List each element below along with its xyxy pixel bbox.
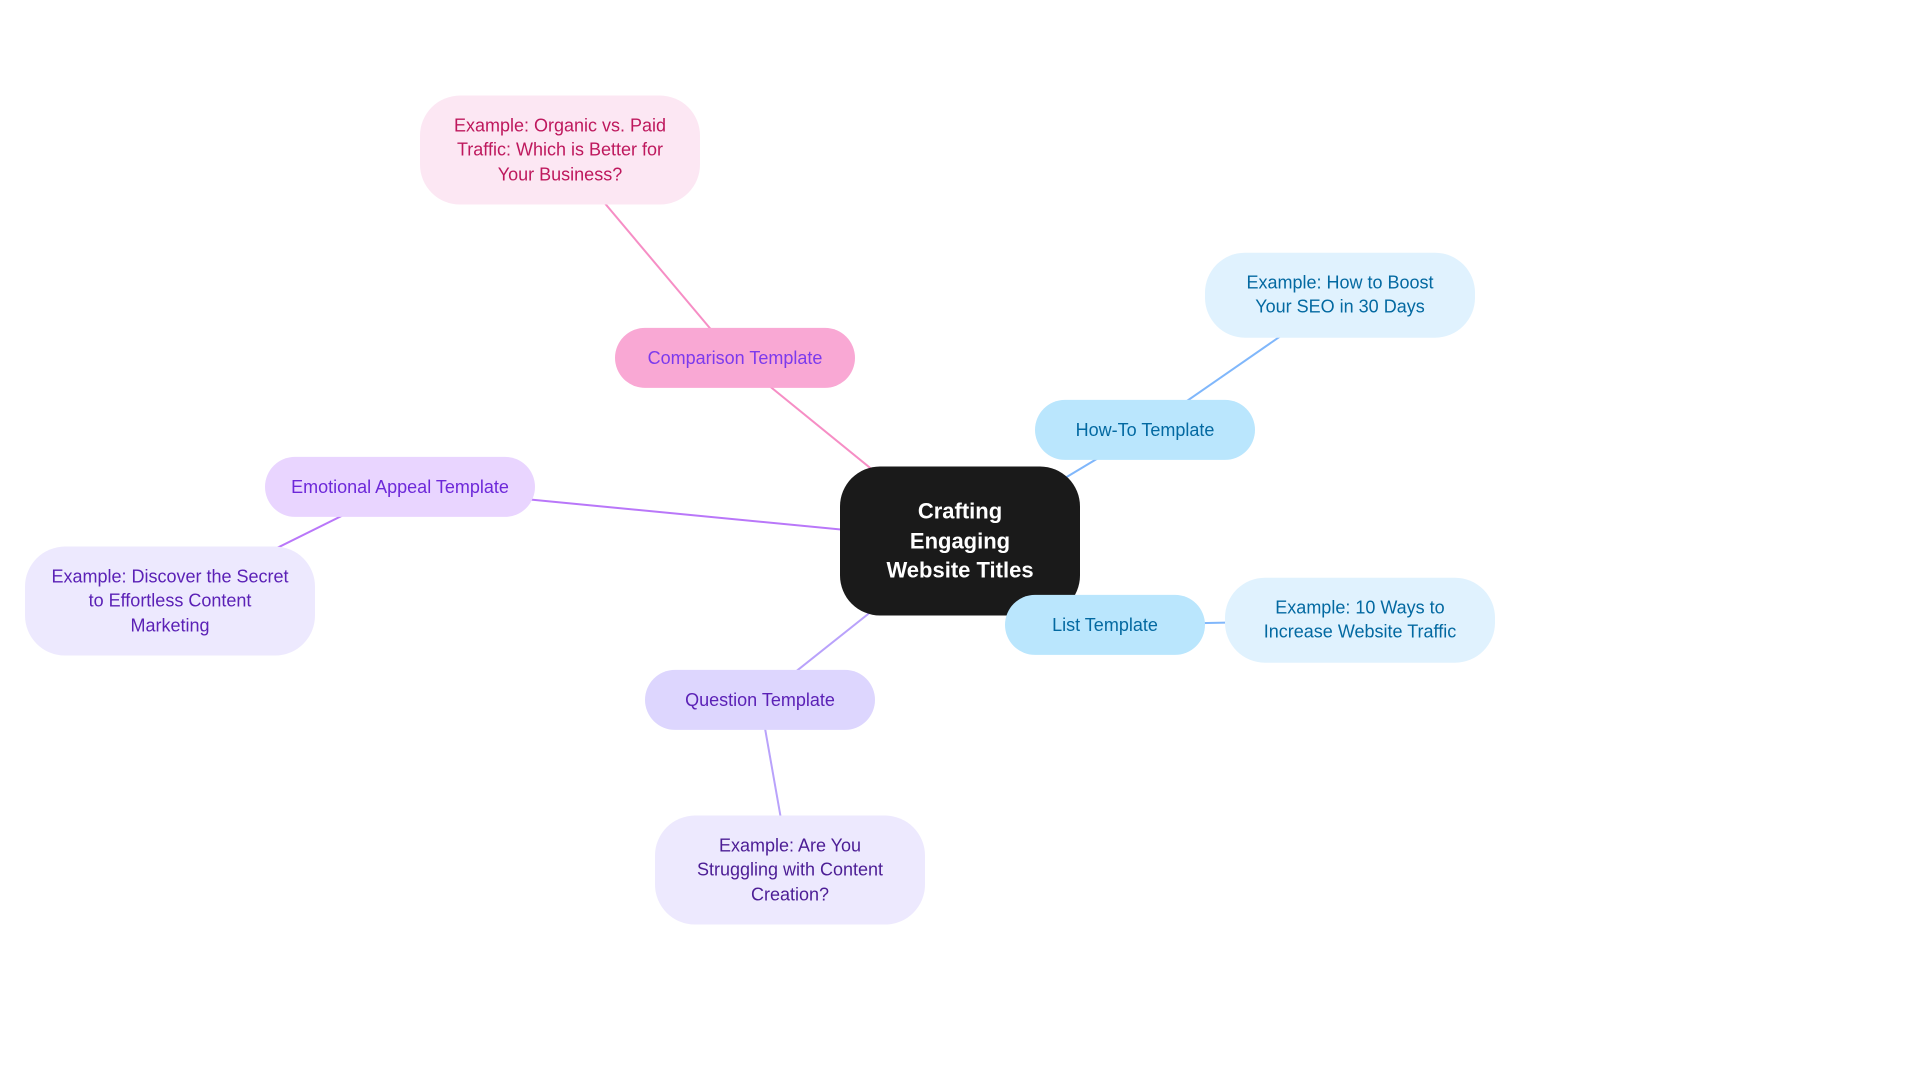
node-label-howto: How-To Template [1076,418,1215,442]
node-emotional-example[interactable]: Example: Discover the Secret to Effortle… [25,547,315,656]
node-list[interactable]: List Template [1005,595,1205,655]
node-label-comparison: Comparison Template [648,346,823,370]
node-label-comparison-example: Example: Organic vs. Paid Traffic: Which… [444,114,676,187]
node-question[interactable]: Question Template [645,670,875,730]
node-label-center: Crafting Engaging Website Titles [868,496,1052,585]
node-label-question-example: Example: Are You Struggling with Content… [679,834,901,907]
node-comparison-example[interactable]: Example: Organic vs. Paid Traffic: Which… [420,96,700,205]
node-label-howto-example: Example: How to Boost Your SEO in 30 Day… [1229,271,1451,320]
node-list-example[interactable]: Example: 10 Ways to Increase Website Tra… [1225,578,1495,663]
node-emotional[interactable]: Emotional Appeal Template [265,457,535,517]
node-comparison[interactable]: Comparison Template [615,328,855,388]
node-label-question: Question Template [685,688,835,712]
node-label-list: List Template [1052,613,1158,637]
node-label-emotional-example: Example: Discover the Secret to Effortle… [49,565,291,638]
node-question-example[interactable]: Example: Are You Struggling with Content… [655,816,925,925]
mindmap-canvas: Crafting Engaging Website Titles Comparis… [0,0,1920,1083]
node-label-list-example: Example: 10 Ways to Increase Website Tra… [1249,596,1471,645]
node-howto-example[interactable]: Example: How to Boost Your SEO in 30 Day… [1205,253,1475,338]
node-center[interactable]: Crafting Engaging Website Titles [840,466,1080,615]
node-label-emotional: Emotional Appeal Template [291,475,509,499]
node-howto[interactable]: How-To Template [1035,400,1255,460]
